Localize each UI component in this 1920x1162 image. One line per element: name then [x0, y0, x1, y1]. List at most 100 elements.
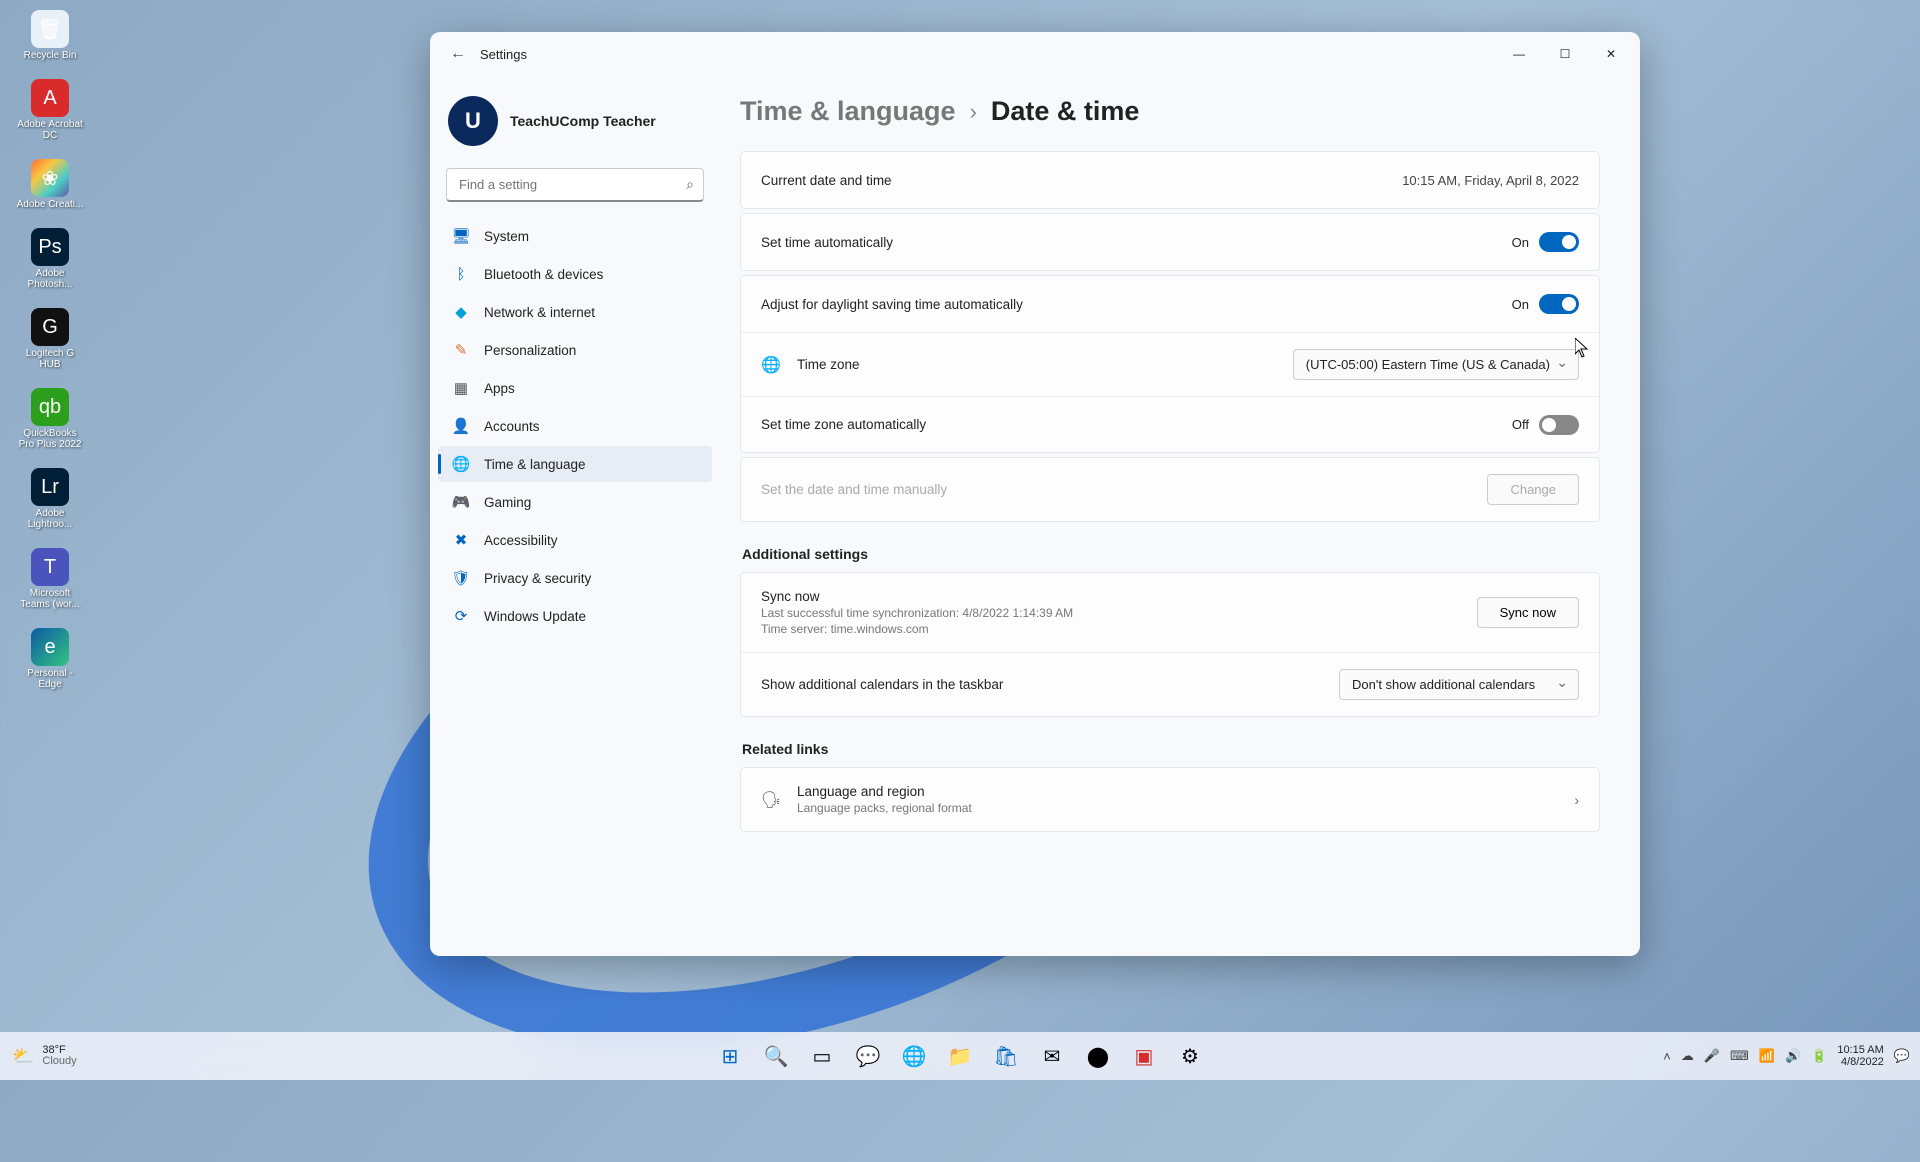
mail-app-icon[interactable]: ✉	[1032, 1036, 1072, 1076]
sidebar-item-accessibility[interactable]: ✖Accessibility	[438, 522, 712, 558]
profile-block[interactable]: U TeachUComp Teacher	[438, 88, 712, 164]
desktop-icon[interactable]: TMicrosoft Teams (wor...	[10, 548, 90, 610]
app-icon: A	[31, 79, 69, 117]
nav-icon: ⟳	[452, 607, 470, 625]
sidebar-item-accounts[interactable]: 👤 Accounts	[438, 408, 712, 444]
language-region-sub: Language packs, regional format	[797, 801, 1560, 815]
app-icon[interactable]: ⬤	[1078, 1036, 1118, 1076]
desktop-icon[interactable]: qbQuickBooks Pro Plus 2022	[10, 388, 90, 450]
chat-app-icon[interactable]: 💬	[848, 1036, 888, 1076]
desktop-icon-label: Recycle Bin	[24, 50, 77, 61]
desktop-icons-column: 🗑 Recycle Bin AAdobe Acrobat DC ❀Adobe Crea…	[10, 10, 90, 708]
desktop-icon-label: Logitech G HUB	[15, 348, 85, 370]
sidebar-item-apps[interactable]: ▦Apps	[438, 370, 712, 406]
tz-auto-state: Off	[1512, 417, 1529, 432]
desktop-icon-label: Adobe Photosh...	[15, 268, 85, 290]
desktop-icon[interactable]: AAdobe Acrobat DC	[10, 79, 90, 141]
timezone-dropdown[interactable]: (UTC-05:00) Eastern Time (US & Canada)	[1293, 349, 1579, 380]
battery-icon[interactable]: 🔋	[1811, 1048, 1827, 1064]
timezone-row: 🌐 Time zone (UTC-05:00) Eastern Time (US…	[741, 332, 1599, 396]
desktop-icon-label: Adobe Acrobat DC	[15, 119, 85, 141]
tz-auto-label: Set time zone automatically	[761, 417, 1498, 432]
desktop-icon-label: Adobe Creati...	[17, 199, 84, 210]
desktop-icon[interactable]: ❀Adobe Creati...	[10, 159, 90, 210]
search-button[interactable]: 🔍	[756, 1036, 796, 1076]
timezone-label: Time zone	[797, 357, 1279, 372]
weather-icon: ⛅	[12, 1046, 34, 1067]
explorer-app-icon[interactable]: 📁	[940, 1036, 980, 1076]
onedrive-icon[interactable]: ☁	[1681, 1048, 1694, 1064]
avatar: U	[448, 96, 498, 146]
close-button[interactable]: ✕	[1588, 38, 1634, 70]
language-icon: 🗣	[761, 790, 783, 810]
sidebar-item-label: Gaming	[484, 495, 531, 510]
mic-icon[interactable]: 🎤	[1704, 1048, 1720, 1064]
clock-time: 10:15 AM	[1837, 1044, 1883, 1056]
taskbar-center: ⊞ 🔍 ▭ 💬 🌐 📁 🛍 ✉ ⬤ ▣ ⚙	[710, 1036, 1210, 1076]
sidebar-item-system[interactable]: 🖥System	[438, 218, 712, 254]
start-button[interactable]: ⊞	[710, 1036, 750, 1076]
app-icon[interactable]: ▣	[1124, 1036, 1164, 1076]
sidebar-item-windows-update[interactable]: ⟳Windows Update	[438, 598, 712, 634]
minimize-button[interactable]: —	[1496, 38, 1542, 70]
sidebar-item-privacy-security[interactable]: 🛡Privacy & security	[438, 560, 712, 596]
breadcrumb-current: Date & time	[991, 96, 1140, 127]
desktop-icon[interactable]: 🗑 Recycle Bin	[10, 10, 90, 61]
nav-icon: 🛡	[452, 569, 470, 587]
language-region-row[interactable]: 🗣 Language and region Language packs, re…	[741, 768, 1599, 831]
app-icon: 🗑	[31, 10, 69, 48]
related-links-heading: Related links	[742, 741, 1600, 757]
store-app-icon[interactable]: 🛍	[986, 1036, 1026, 1076]
sidebar-item-bluetooth-devices[interactable]: ᛒBluetooth & devices	[438, 256, 712, 292]
network-icon[interactable]: 📶	[1759, 1048, 1775, 1064]
desktop-icon[interactable]: PsAdobe Photosh...	[10, 228, 90, 290]
app-icon: Lr	[31, 468, 69, 506]
dst-auto-toggle[interactable]	[1539, 294, 1579, 314]
set-time-auto-label: Set time automatically	[761, 235, 1498, 250]
sidebar-item-label: Personalization	[484, 343, 576, 358]
sidebar-item-label: Time & language	[484, 457, 586, 472]
sync-now-button[interactable]: Sync now	[1477, 597, 1579, 628]
breadcrumb-parent[interactable]: Time & language	[740, 96, 956, 127]
chevron-right-icon: ›	[1574, 792, 1579, 808]
volume-icon[interactable]: 🔊	[1785, 1048, 1801, 1064]
set-time-auto-toggle[interactable]	[1539, 232, 1579, 252]
desktop-icon[interactable]: ePersonal - Edge	[10, 628, 90, 690]
tz-auto-toggle[interactable]	[1539, 415, 1579, 435]
desktop-icon-label: Personal - Edge	[15, 668, 85, 690]
additional-calendars-dropdown[interactable]: Don't show additional calendars	[1339, 669, 1579, 700]
nav-icon: 🌐	[452, 455, 470, 473]
sidebar-item-network-internet[interactable]: ◆Network & internet	[438, 294, 712, 330]
additional-calendars-row: Show additional calendars in the taskbar…	[741, 652, 1599, 716]
back-button[interactable]: ←	[442, 38, 474, 70]
search-icon: ⌕	[686, 176, 694, 193]
desktop-icon[interactable]: GLogitech G HUB	[10, 308, 90, 370]
tray-overflow-icon[interactable]: ˄	[1663, 1049, 1671, 1064]
edge-app-icon[interactable]: 🌐	[894, 1036, 934, 1076]
search-input[interactable]	[446, 168, 704, 202]
keyboard-icon[interactable]: ⌨	[1730, 1048, 1749, 1064]
window-title: Settings	[480, 47, 527, 62]
app-icon: Ps	[31, 228, 69, 266]
app-icon: T	[31, 548, 69, 586]
nav-icon: 🖥	[452, 227, 470, 245]
sidebar-item-time-language[interactable]: 🌐 Time & language	[438, 446, 712, 482]
current-datetime-label: Current date and time	[761, 173, 1388, 188]
weather-widget[interactable]: ⛅ 38°F Cloudy	[12, 1045, 77, 1067]
desktop-icon[interactable]: LrAdobe Lightroo...	[10, 468, 90, 530]
sidebar-item-gaming[interactable]: 🎮Gaming	[438, 484, 712, 520]
dst-auto-state: On	[1512, 297, 1529, 312]
dst-auto-label: Adjust for daylight saving time automati…	[761, 297, 1498, 312]
sidebar-item-personalization[interactable]: ✎Personalization	[438, 332, 712, 368]
set-time-auto-state: On	[1512, 235, 1529, 250]
maximize-button[interactable]: ☐	[1542, 38, 1588, 70]
nav-icon: 👤	[452, 417, 470, 435]
task-view-button[interactable]: ▭	[802, 1036, 842, 1076]
taskbar-clock[interactable]: 10:15 AM 4/8/2022	[1837, 1044, 1883, 1068]
desktop-icon-label: Microsoft Teams (wor...	[15, 588, 85, 610]
nav-icon: ✖	[452, 531, 470, 549]
desktop-icon-label: Adobe Lightroo...	[15, 508, 85, 530]
sidebar-item-label: Accounts	[484, 419, 540, 434]
settings-app-icon[interactable]: ⚙	[1170, 1036, 1210, 1076]
notifications-icon[interactable]: 💬	[1894, 1048, 1910, 1064]
